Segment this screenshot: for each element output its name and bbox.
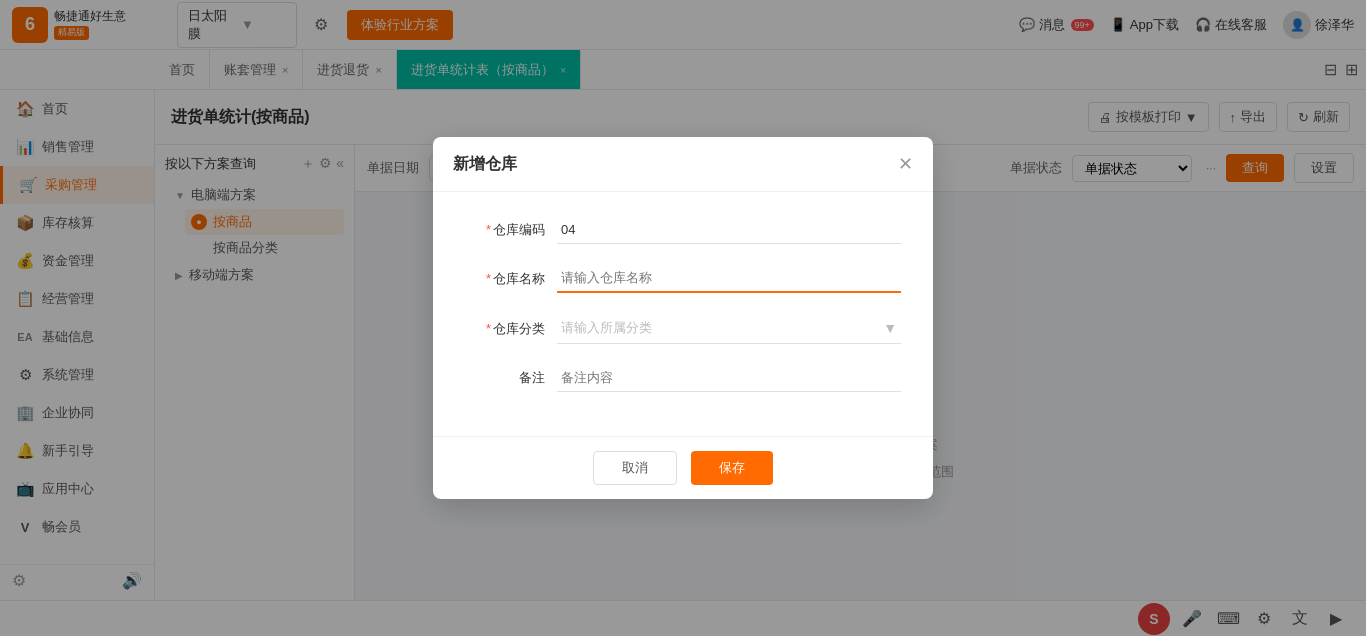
- category-placeholder: 请输入所属分类: [561, 319, 883, 337]
- warehouse-code-input[interactable]: [557, 216, 901, 244]
- warehouse-name-input[interactable]: [557, 264, 901, 293]
- warehouse-name-row: 仓库名称: [465, 264, 901, 293]
- category-dropdown-arrow: ▼: [883, 320, 897, 336]
- warehouse-category-label: 仓库分类: [465, 320, 545, 338]
- warehouse-category-row: 仓库分类 请输入所属分类 ▼: [465, 313, 901, 344]
- warehouse-code-label: 仓库编码: [465, 221, 545, 239]
- dialog-body: 仓库编码 仓库名称 仓库分类 请输入所属分类 ▼ 备注: [433, 192, 933, 436]
- dialog-close-button[interactable]: ✕: [898, 153, 913, 175]
- warehouse-category-select[interactable]: 请输入所属分类 ▼: [557, 313, 901, 344]
- warehouse-remark-row: 备注: [465, 364, 901, 392]
- dialog-overlay: 新增仓库 ✕ 仓库编码 仓库名称 仓库分类 请输入所属分类 ▼: [0, 0, 1366, 636]
- warehouse-remark-input[interactable]: [557, 364, 901, 392]
- dialog-footer: 取消 保存: [433, 436, 933, 499]
- new-warehouse-dialog: 新增仓库 ✕ 仓库编码 仓库名称 仓库分类 请输入所属分类 ▼: [433, 137, 933, 499]
- dialog-header: 新增仓库 ✕: [433, 137, 933, 192]
- save-button[interactable]: 保存: [691, 451, 773, 485]
- warehouse-name-label: 仓库名称: [465, 270, 545, 288]
- dialog-title: 新增仓库: [453, 154, 898, 175]
- cancel-button[interactable]: 取消: [593, 451, 677, 485]
- warehouse-remark-label: 备注: [465, 369, 545, 387]
- warehouse-code-row: 仓库编码: [465, 216, 901, 244]
